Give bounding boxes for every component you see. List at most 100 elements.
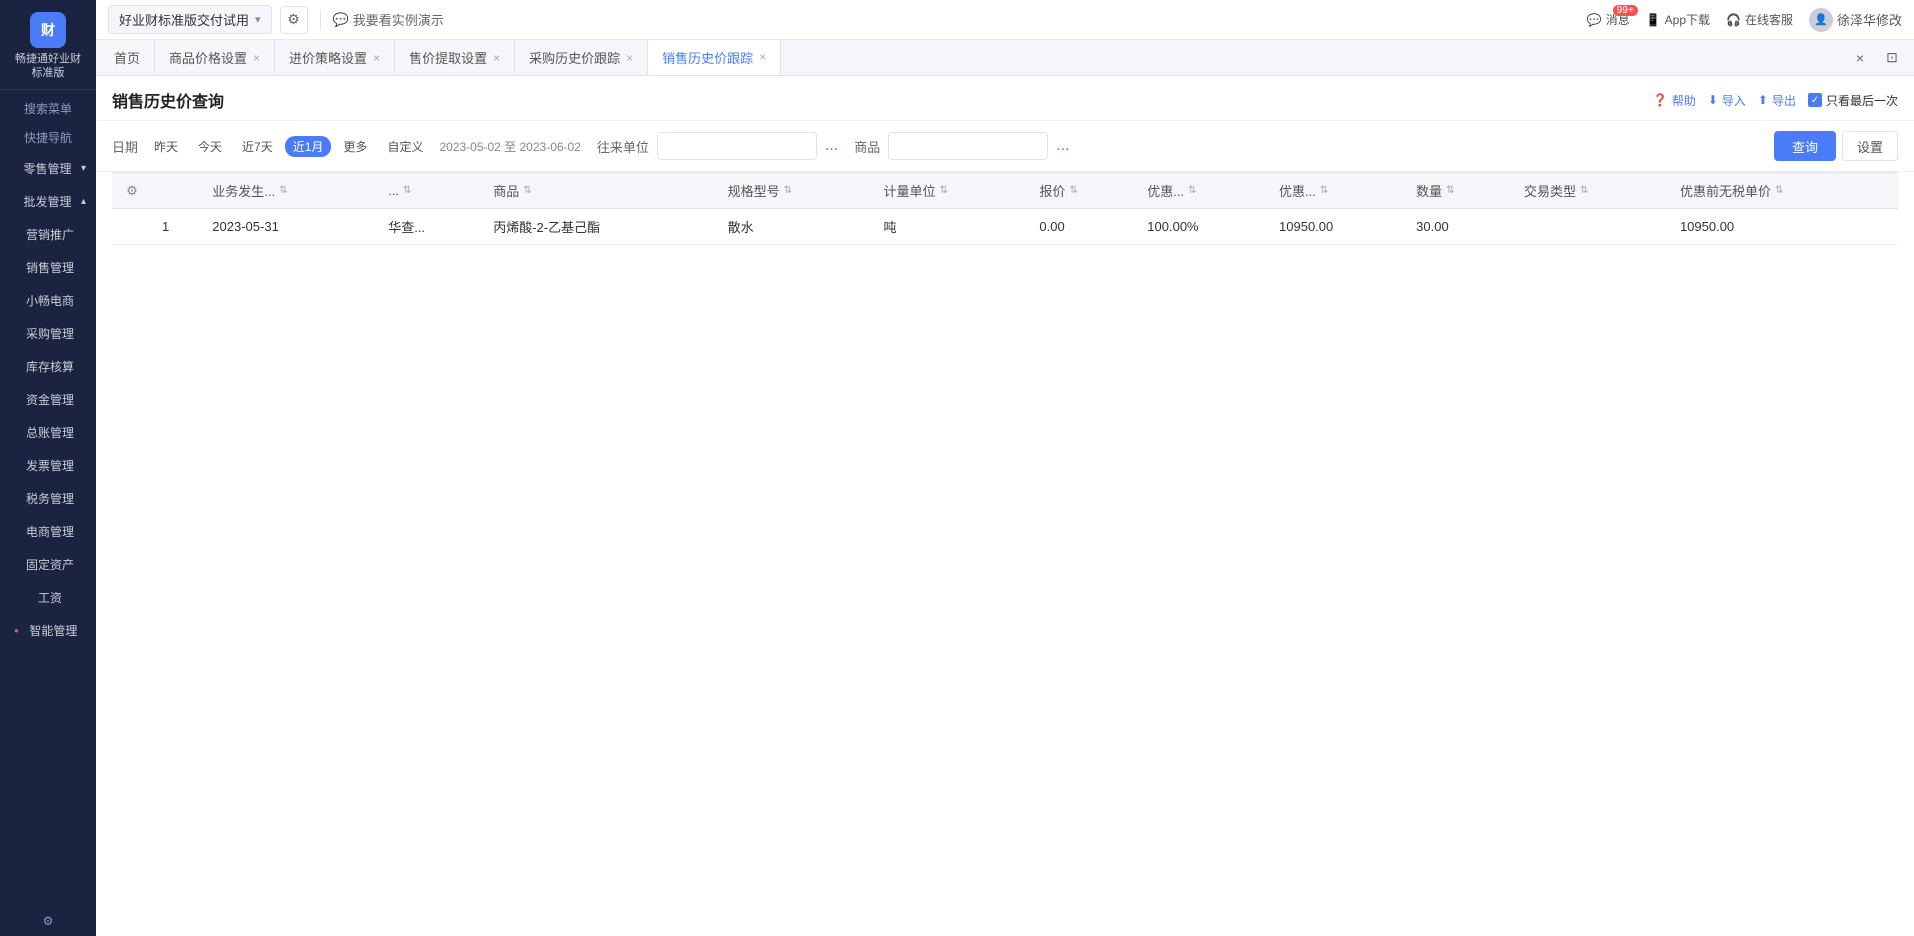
tab-close-btn[interactable]: × bbox=[1846, 44, 1874, 72]
tab-product-price[interactable]: 商品价格设置 × bbox=[155, 40, 275, 76]
th-trans-type-label: 交易类型 bbox=[1524, 181, 1576, 200]
tabs-controls: × ⊡ bbox=[1846, 44, 1914, 72]
date-btn-more[interactable]: 更多 bbox=[335, 136, 375, 157]
th-gear[interactable]: ⚙ bbox=[112, 173, 152, 209]
sidebar-item-ecom-mgmt[interactable]: 电商管理 bbox=[0, 515, 96, 548]
app-download-btn[interactable]: 📱 App下载 bbox=[1646, 11, 1710, 28]
tab-price-strategy[interactable]: 进价策略设置 × bbox=[275, 40, 395, 76]
th-price[interactable]: 报价 ⇅ bbox=[1029, 173, 1137, 209]
table-header-row: ⚙ 业务发生... ⇅ ... ⇅ bbox=[112, 173, 1898, 209]
th-discount1-label: 优惠... bbox=[1147, 181, 1184, 200]
date-btn-last1m[interactable]: 近1月 bbox=[285, 136, 332, 157]
topbar-settings-btn[interactable]: ⚙ bbox=[280, 6, 308, 34]
export-icon: ⬆ bbox=[1758, 93, 1768, 107]
export-btn[interactable]: ⬆ 导出 bbox=[1758, 92, 1796, 109]
th-product[interactable]: 商品 ⇅ bbox=[483, 173, 717, 209]
th-discount1[interactable]: 优惠... ⇅ bbox=[1137, 173, 1269, 209]
date-btn-last7[interactable]: 近7天 bbox=[234, 136, 281, 157]
cell-discount2: 10950.00 bbox=[1269, 209, 1406, 245]
tab-price-extract-label: 售价提取设置 bbox=[409, 48, 487, 67]
last-only-checkbox[interactable]: ✓ 只看最后一次 bbox=[1808, 92, 1898, 109]
date-btn-yesterday[interactable]: 昨天 bbox=[146, 136, 186, 157]
th-row-num bbox=[152, 173, 202, 209]
tab-purchase-history[interactable]: 采购历史价跟踪 × bbox=[515, 40, 648, 76]
service-btn[interactable]: 🎧 在线客服 bbox=[1726, 11, 1793, 28]
sidebar-item-inventory[interactable]: 库存核算 bbox=[0, 350, 96, 383]
cell-trans-type bbox=[1514, 209, 1670, 245]
close-icon[interactable]: × bbox=[373, 52, 380, 64]
sidebar-item-accounting[interactable]: 总账管理 bbox=[0, 416, 96, 449]
table-container: ⚙ 业务发生... ⇅ ... ⇅ bbox=[96, 172, 1914, 936]
export-label: 导出 bbox=[1772, 92, 1796, 109]
tab-home[interactable]: 首页 bbox=[100, 40, 155, 76]
close-icon[interactable]: × bbox=[626, 52, 633, 64]
th-unit-label: 计量单位 bbox=[884, 181, 936, 200]
sidebar-item-ecommerce[interactable]: 小畅电商 bbox=[0, 284, 96, 317]
date-buttons: 昨天 今天 近7天 近1月 更多 自定义 bbox=[146, 136, 431, 157]
cell-extra: 华查... bbox=[378, 209, 483, 245]
sidebar-item-wholesale-mgmt[interactable]: 批发管理 ▴ bbox=[0, 185, 96, 218]
sidebar-item-purchase-mgmt[interactable]: 采购管理 bbox=[0, 317, 96, 350]
close-icon[interactable]: × bbox=[493, 52, 500, 64]
filter-bar: 日期 昨天 今天 近7天 近1月 更多 自定义 2023-05-02 至 202… bbox=[96, 121, 1914, 172]
settings-btn[interactable]: 设置 bbox=[1842, 131, 1898, 161]
th-pretax-price-label: 优惠前无税单价 bbox=[1680, 181, 1771, 200]
user-menu[interactable]: 👤 徐泽华修改 bbox=[1809, 8, 1902, 32]
filter-actions: 查询 设置 bbox=[1774, 131, 1898, 161]
module-dropdown-arrow: ▾ bbox=[255, 13, 261, 26]
last-only-label: 只看最后一次 bbox=[1826, 92, 1898, 109]
sidebar-item-marketing[interactable]: 营销推广 bbox=[0, 218, 96, 251]
th-pretax-price[interactable]: 优惠前无税单价 ⇅ bbox=[1670, 173, 1898, 209]
cell-discount1: 100.00% bbox=[1137, 209, 1269, 245]
gear-icon[interactable]: ⚙ bbox=[126, 183, 138, 198]
page-header: 销售历史价查询 ❓ 帮助 ⬇ 导入 ⬆ 导出 ✓ 只看最后一次 bbox=[96, 76, 1914, 121]
source-filter-label: 往来单位 bbox=[597, 137, 649, 156]
sidebar-quicknav[interactable]: 快捷导航 bbox=[0, 123, 96, 152]
tab-price-extract[interactable]: 售价提取设置 × bbox=[395, 40, 515, 76]
th-extra[interactable]: ... ⇅ bbox=[378, 173, 483, 209]
th-trans-type[interactable]: 交易类型 ⇅ bbox=[1514, 173, 1670, 209]
sidebar-item-payroll[interactable]: 工资 bbox=[0, 581, 96, 614]
date-range-display: 2023-05-02 至 2023-06-02 bbox=[439, 138, 580, 155]
th-unit[interactable]: 计量单位 ⇅ bbox=[874, 173, 1030, 209]
sort-icon: ⇅ bbox=[1320, 185, 1328, 196]
tab-sales-history[interactable]: 销售历史价跟踪 × bbox=[648, 40, 781, 76]
close-icon[interactable]: × bbox=[759, 51, 766, 63]
sidebar-search[interactable]: 搜索菜单 bbox=[0, 90, 96, 123]
th-spec[interactable]: 规格型号 ⇅ bbox=[718, 173, 874, 209]
sidebar-settings-btn[interactable]: ⚙ bbox=[0, 906, 96, 936]
module-selector[interactable]: 好业财标准版交付试用 ▾ bbox=[108, 5, 272, 34]
source-ellipsis-btn[interactable]: ... bbox=[825, 137, 838, 155]
page-content: 销售历史价查询 ❓ 帮助 ⬇ 导入 ⬆ 导出 ✓ 只看最后一次 bbox=[96, 76, 1914, 936]
th-biz-date[interactable]: 业务发生... ⇅ bbox=[202, 173, 378, 209]
import-btn[interactable]: ⬇ 导入 bbox=[1708, 92, 1746, 109]
sidebar-item-tax[interactable]: 税务管理 bbox=[0, 482, 96, 515]
sidebar-item-finance[interactable]: 资金管理 bbox=[0, 383, 96, 416]
main-area: 好业财标准版交付试用 ▾ ⚙ 💬 我要看实例演示 💬 消息 99+ 📱 App下… bbox=[96, 0, 1914, 936]
sidebar-item-retail-mgmt[interactable]: 零售管理 ▾ bbox=[0, 152, 96, 185]
topbar-demo-btn[interactable]: 💬 我要看实例演示 bbox=[333, 10, 444, 29]
th-discount2[interactable]: 优惠... ⇅ bbox=[1269, 173, 1406, 209]
query-btn[interactable]: 查询 bbox=[1774, 131, 1836, 161]
help-label: 帮助 bbox=[1672, 92, 1696, 109]
product-input[interactable] bbox=[888, 132, 1048, 160]
product-filter-group: 商品 ... bbox=[854, 132, 1069, 160]
source-filter-group: 往来单位 ... bbox=[597, 132, 838, 160]
table-row: 1 2023-05-31 华查... 丙烯酸-2-乙基己酯 散水 吨 0.00 … bbox=[112, 209, 1898, 245]
sort-icon: ⇅ bbox=[1069, 185, 1077, 196]
sidebar-item-sales-mgmt[interactable]: 销售管理 bbox=[0, 251, 96, 284]
help-btn[interactable]: ❓ 帮助 bbox=[1653, 92, 1696, 109]
date-btn-today[interactable]: 今天 bbox=[190, 136, 230, 157]
import-icon: ⬇ bbox=[1708, 93, 1718, 107]
close-icon[interactable]: × bbox=[253, 52, 260, 64]
sidebar-item-smart-mgmt[interactable]: 智能管理 bbox=[0, 614, 96, 647]
tab-maximize-btn[interactable]: ⊡ bbox=[1878, 44, 1906, 72]
sidebar-item-invoice[interactable]: 发票管理 bbox=[0, 449, 96, 482]
message-btn[interactable]: 💬 消息 99+ bbox=[1587, 11, 1630, 28]
date-btn-custom[interactable]: 自定义 bbox=[379, 136, 431, 157]
source-input[interactable] bbox=[657, 132, 817, 160]
product-ellipsis-btn[interactable]: ... bbox=[1056, 137, 1069, 155]
table-body: 1 2023-05-31 华查... 丙烯酸-2-乙基己酯 散水 吨 0.00 … bbox=[112, 209, 1898, 245]
sidebar-item-fixed-assets[interactable]: 固定资产 bbox=[0, 548, 96, 581]
th-quantity[interactable]: 数量 ⇅ bbox=[1406, 173, 1514, 209]
